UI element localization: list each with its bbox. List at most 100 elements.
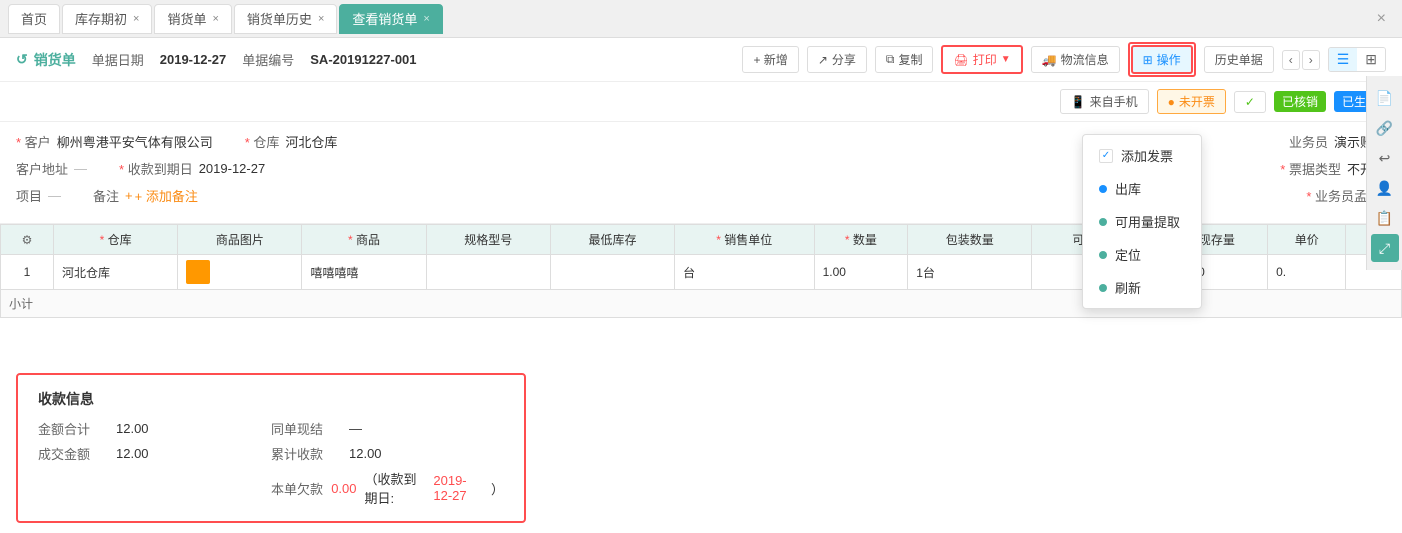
tab-bar: 首页 库存期初 × 销货单 × 销货单历史 × 查看销货单 × × [0,0,1402,38]
operate-button[interactable]: ⊞ 操作 [1131,45,1193,74]
logistics-button[interactable]: 🚚 物流信息 [1031,46,1120,73]
add-note-label: + 添加备注 [135,186,198,205]
doc-header: ↺ 销货单 单据日期 2019-12-27 单据编号 SA-20191227-0… [0,38,1402,82]
doc-type: ↺ 销货单 [16,50,76,70]
history-button[interactable]: 历史单据 [1204,46,1274,73]
right-sidebar: 📄 🔗 ↩ 👤 📋 ⤢ [1366,76,1402,270]
cumulative-label: 累计收款 [271,444,341,463]
available-qty-label: 可用量提取 [1115,212,1180,231]
spec-cell [426,255,550,290]
unopened-button[interactable]: ● 未开票 [1157,89,1226,114]
customer-label: 客户 [16,132,51,151]
locate-item[interactable]: 定位 [1083,238,1201,271]
add-invoice-item[interactable]: ✓ 添加发票 [1083,139,1201,172]
operate-icon: ⊞ [1143,53,1153,67]
note-field: 备注 + + 添加备注 [93,186,198,205]
sidebar-clip-icon[interactable]: 📋 [1371,204,1399,232]
copy-button[interactable]: ⧉ 复制 [875,46,934,73]
project-label: 项目 [16,186,42,205]
payment-grid: 金额合计 12.00 同单现结 — 成交金额 12.00 累计收款 12.00 [38,419,504,507]
tab-sales-label: 销货单 [167,9,206,28]
print-icon: 🖨 [953,53,968,67]
doc-type-label: 销货单 [34,50,76,70]
col-price: 单价 [1268,225,1346,255]
check-button[interactable]: ✓ [1234,91,1266,113]
tab-home[interactable]: 首页 [8,4,60,34]
sidebar-doc-icon[interactable]: 📄 [1371,84,1399,112]
operate-dropdown: ✓ 添加发票 出库 可用量提取 定位 刷新 [1082,134,1202,309]
warehouse-cell: 河北仓库 [54,255,178,290]
amount-row: 金额合计 12.00 [38,419,271,438]
due-label: 本单欠款 [271,479,323,498]
note-label: 备注 [93,186,119,205]
refresh-label: 刷新 [1115,278,1141,297]
grid-view-button[interactable]: ⊞ [1357,48,1385,71]
new-label: + 新增 [753,51,787,68]
tab-sales-history[interactable]: 销货单历史 × [234,4,337,34]
prev-button[interactable]: ‹ [1282,50,1300,70]
copy-label: 复制 [898,51,922,68]
min-stock-cell [550,255,674,290]
deal-row: 成交金额 12.00 [38,444,271,463]
tab-sales[interactable]: 销货单 × [154,4,231,34]
gear-icon[interactable]: ⚙ [22,233,33,247]
list-view-button[interactable]: ☰ [1329,48,1358,71]
available-qty-item[interactable]: 可用量提取 [1083,205,1201,238]
address-label: 客户地址 [16,159,68,178]
operate-highlight: ⊞ 操作 [1128,42,1196,77]
deal-value: 12.00 [116,446,149,461]
product-cell: 嘻嘻嘻嘻 [302,255,426,290]
print-dropdown-icon: ▼ [1001,54,1011,65]
dot-blue-icon [1099,185,1107,193]
check-icon: ✓ [1245,95,1255,109]
outbound-item[interactable]: 出库 [1083,172,1201,205]
checkbox-icon: ✓ [1099,149,1113,163]
mobile-button[interactable]: 📱 来自手机 [1060,89,1149,114]
payment-info-box: 收款信息 金额合计 12.00 同单现结 — 成交金额 12.00 累计收款 1… [16,373,526,523]
warehouse-field: 仓库 河北仓库 [245,132,338,151]
print-button[interactable]: 🖨 打印 ▼ [941,45,1022,74]
pkg-cell: 1台 [908,255,1032,290]
project-field: 项目 — [16,186,61,205]
dot-teal-icon-1 [1099,218,1107,226]
col-spec: 规格型号 [426,225,550,255]
col-unit: * 销售单位 [675,225,815,255]
next-button[interactable]: › [1302,50,1320,70]
same-order-row: 同单现结 — [271,419,504,438]
circle-icon: ● [1168,95,1175,109]
project-value: — [48,188,61,203]
tab-inventory[interactable]: 库存期初 × [62,4,152,34]
unit-cell: 台 [675,255,815,290]
sidebar-user-icon[interactable]: 👤 [1371,174,1399,202]
tab-sales-close[interactable]: × [212,13,218,25]
history-label: 历史单据 [1215,51,1263,68]
add-note-button[interactable]: + + 添加备注 [125,186,198,205]
close-icon[interactable]: × [1369,10,1394,27]
customer-field: 客户 柳州粤港平安气体有限公司 [16,132,213,151]
col-product: * 商品 [302,225,426,255]
share-button[interactable]: ↗ 分享 [807,46,867,73]
new-button[interactable]: + 新增 [742,46,798,73]
copy-icon: ⧉ [886,52,895,67]
address-field: 客户地址 — [16,159,87,178]
mobile-icon: 📱 [1071,95,1086,109]
dot-teal-icon-2 [1099,251,1107,259]
due-end: ） [491,479,504,498]
window-close-button[interactable]: × [1369,10,1394,28]
refresh-item[interactable]: 刷新 [1083,271,1201,304]
tab-view-sales-label: 查看销货单 [352,9,417,28]
due-note: （收款到期日: [365,469,426,507]
staff2-label: 业务员孟 [1306,186,1367,205]
cumulative-value: 12.00 [349,446,382,461]
due-row: 本单欠款 0.00 （收款到期日: 2019-12-27 ） [271,469,504,507]
ticket-label: 票据类型 [1280,159,1341,178]
tab-view-sales[interactable]: 查看销货单 × [339,4,442,34]
tab-sales-history-close[interactable]: × [318,13,324,25]
tab-home-label: 首页 [21,9,47,28]
tab-view-sales-close[interactable]: × [423,13,429,25]
deal-label: 成交金额 [38,444,108,463]
sidebar-expand-icon[interactable]: ⤢ [1371,234,1399,262]
sidebar-link-icon[interactable]: 🔗 [1371,114,1399,142]
tab-inventory-close[interactable]: × [133,13,139,25]
sidebar-reply-icon[interactable]: ↩ [1371,144,1399,172]
